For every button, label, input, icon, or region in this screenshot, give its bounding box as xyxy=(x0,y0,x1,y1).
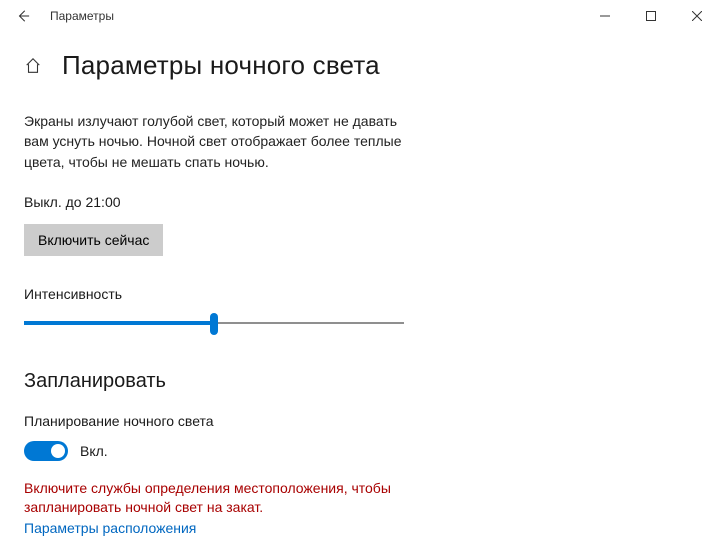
window-title: Параметры xyxy=(50,9,114,23)
home-button[interactable] xyxy=(24,57,42,75)
intensity-slider[interactable] xyxy=(24,314,404,334)
location-settings-link[interactable]: Параметры расположения xyxy=(24,520,196,536)
slider-fill xyxy=(24,321,214,325)
description-text: Экраны излучают голубой свет, который мо… xyxy=(24,111,424,172)
close-icon xyxy=(692,11,702,21)
content-area: Параметры ночного света Экраны излучают … xyxy=(0,32,720,536)
minimize-button[interactable] xyxy=(582,1,628,31)
window-controls xyxy=(582,1,720,31)
schedule-toggle-label: Планирование ночного света xyxy=(24,413,696,429)
page-title: Параметры ночного света xyxy=(62,50,380,81)
intensity-label: Интенсивность xyxy=(24,286,696,302)
titlebar: Параметры xyxy=(0,0,720,32)
maximize-button[interactable] xyxy=(628,1,674,31)
arrow-left-icon xyxy=(16,9,30,23)
turn-on-now-button[interactable]: Включить сейчас xyxy=(24,224,163,256)
location-warning-text: Включите службы определения местоположен… xyxy=(24,479,444,518)
slider-thumb[interactable] xyxy=(210,313,218,335)
minimize-icon xyxy=(600,11,610,21)
toggle-knob xyxy=(51,444,65,458)
header-row: Параметры ночного света xyxy=(24,50,696,81)
home-icon xyxy=(24,57,42,75)
status-text: Выкл. до 21:00 xyxy=(24,194,696,210)
toggle-state-text: Вкл. xyxy=(80,443,108,459)
close-button[interactable] xyxy=(674,1,720,31)
schedule-section-title: Запланировать xyxy=(24,370,696,393)
schedule-toggle[interactable] xyxy=(24,441,68,461)
back-button[interactable] xyxy=(14,7,32,25)
schedule-toggle-row: Вкл. xyxy=(24,441,696,461)
maximize-icon xyxy=(646,11,656,21)
titlebar-left: Параметры xyxy=(8,7,114,25)
